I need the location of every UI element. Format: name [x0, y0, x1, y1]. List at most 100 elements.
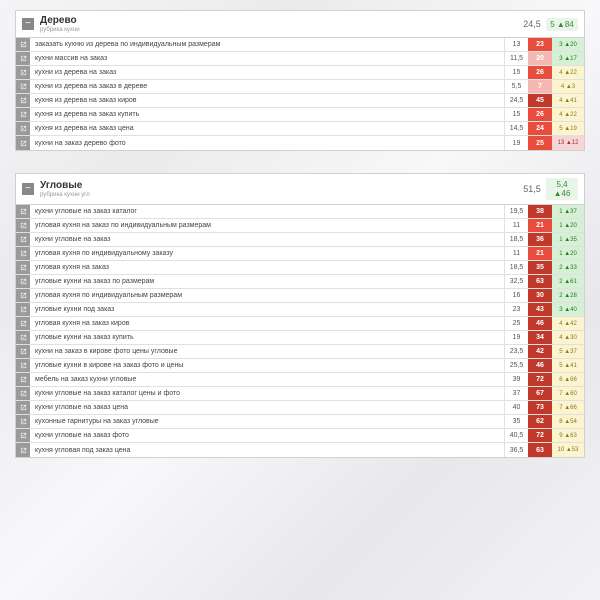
- metric-2: 24: [528, 122, 552, 135]
- keyword-text[interactable]: мебель на заказ кухни угловые: [30, 373, 504, 386]
- collapse-button[interactable]: −: [22, 183, 34, 195]
- group-title: Дерево: [40, 15, 77, 26]
- external-link-icon[interactable]: [16, 233, 30, 246]
- external-link-icon[interactable]: [16, 219, 30, 232]
- external-link-icon[interactable]: [16, 38, 30, 51]
- metric-delta: 10 ▲53: [552, 443, 584, 457]
- keyword-row: кухни из дерева на заказ15264 ▲22: [16, 66, 584, 80]
- keyword-row: кухни угловые на заказ цена40737 ▲66: [16, 401, 584, 415]
- external-link-icon[interactable]: [16, 345, 30, 358]
- external-link-icon[interactable]: [16, 66, 30, 79]
- metric-2: 63: [528, 443, 552, 457]
- keyword-text[interactable]: кухни на заказ дерево фото: [30, 136, 504, 150]
- external-link-icon[interactable]: [16, 108, 30, 121]
- keyword-text[interactable]: кухня угловая под заказ цена: [30, 443, 504, 457]
- external-link-icon[interactable]: [16, 275, 30, 288]
- metric-delta: 9 ▲63: [552, 429, 584, 442]
- external-link-icon[interactable]: [16, 443, 30, 457]
- external-link-icon[interactable]: [16, 94, 30, 107]
- metric-2: 20: [528, 52, 552, 65]
- keyword-text[interactable]: заказать кухню из дерева по индивидуальн…: [30, 38, 504, 51]
- metric-2: 43: [528, 303, 552, 316]
- keyword-text[interactable]: кухни угловые на заказ каталог цены и фо…: [30, 387, 504, 400]
- keyword-text[interactable]: кухня из дерева на заказ цена: [30, 122, 504, 135]
- metric-1: 39: [504, 373, 528, 386]
- metric-2: 30: [528, 289, 552, 302]
- metric-delta: 7 ▲66: [552, 401, 584, 414]
- metric-delta: 3 ▲20: [552, 38, 584, 51]
- keyword-text[interactable]: угловая кухня на заказ по индивидуальным…: [30, 219, 504, 232]
- group-subtitle: рубрика кухни: [40, 27, 518, 33]
- keyword-text[interactable]: кухни угловые на заказ цена: [30, 401, 504, 414]
- keyword-text[interactable]: кухонные гарнитуры на заказ угловые: [30, 415, 504, 428]
- keyword-text[interactable]: кухни массив на заказ: [30, 52, 504, 65]
- keyword-row: кухня из дерева на заказ купить15264 ▲22: [16, 108, 584, 122]
- keyword-text[interactable]: угловые кухни на заказ по размерам: [30, 275, 504, 288]
- keyword-text[interactable]: угловая кухня на заказ: [30, 261, 504, 274]
- keyword-text[interactable]: угловая кухня по индивидуальным размерам: [30, 289, 504, 302]
- external-link-icon[interactable]: [16, 247, 30, 260]
- keyword-text[interactable]: угловая кухня на заказ кирoв: [30, 317, 504, 330]
- external-link-icon[interactable]: [16, 122, 30, 135]
- metric-1: 5,5: [504, 80, 528, 93]
- group-badge: 5,4 ▲46: [546, 178, 578, 200]
- keyword-row: угловая кухня на заказ18,5352 ▲33: [16, 261, 584, 275]
- group-header: −Угловыерубрика кухни угл51,55,4 ▲46: [16, 174, 584, 205]
- metric-2: 72: [528, 429, 552, 442]
- external-link-icon[interactable]: [16, 331, 30, 344]
- external-link-icon[interactable]: [16, 415, 30, 428]
- external-link-icon[interactable]: [16, 303, 30, 316]
- keyword-row: кухни из дерева на заказ в дереве5,574 ▲…: [16, 80, 584, 94]
- metric-1: 13: [504, 38, 528, 51]
- keyword-text[interactable]: кухни из дерева на заказ в дереве: [30, 80, 504, 93]
- keyword-text[interactable]: кухня из дерева на заказ купить: [30, 108, 504, 121]
- external-link-icon[interactable]: [16, 359, 30, 372]
- keyword-row: кухни угловые на заказ каталог19,5381 ▲3…: [16, 205, 584, 219]
- keyword-text[interactable]: кухни угловые на заказ фото: [30, 429, 504, 442]
- metric-1: 19: [504, 331, 528, 344]
- metric-2: 21: [528, 219, 552, 232]
- keyword-text[interactable]: кухни на заказ в кирове фото цены угловы…: [30, 345, 504, 358]
- metric-delta: 3 ▲40: [552, 303, 584, 316]
- metric-1: 25,5: [504, 359, 528, 372]
- external-link-icon[interactable]: [16, 261, 30, 274]
- keyword-text[interactable]: угловые кухни под заказ: [30, 303, 504, 316]
- metric-delta: 5 ▲37: [552, 345, 584, 358]
- keyword-text[interactable]: угловые кухни на заказ купить: [30, 331, 504, 344]
- metric-1: 14,5: [504, 122, 528, 135]
- metric-delta: 1 ▲37: [552, 205, 584, 218]
- metric-delta: 6 ▲66: [552, 373, 584, 386]
- metric-2: 38: [528, 205, 552, 218]
- metric-1: 40: [504, 401, 528, 414]
- external-link-icon[interactable]: [16, 289, 30, 302]
- metric-1: 25: [504, 317, 528, 330]
- keyword-text[interactable]: кухни угловые на заказ: [30, 233, 504, 246]
- keyword-text[interactable]: кухня из дерева на заказ кирoв: [30, 94, 504, 107]
- metric-1: 18,5: [504, 261, 528, 274]
- keyword-row: кухни на заказ дерево фото192513 ▲12: [16, 136, 584, 150]
- metric-1: 15: [504, 108, 528, 121]
- keyword-group: −Угловыерубрика кухни угл51,55,4 ▲46кухн…: [15, 173, 585, 458]
- external-link-icon[interactable]: [16, 387, 30, 400]
- metric-delta: 7 ▲60: [552, 387, 584, 400]
- external-link-icon[interactable]: [16, 136, 30, 150]
- keyword-text[interactable]: кухни из дерева на заказ: [30, 66, 504, 79]
- keyword-row: кухни угловые на заказ18,5361 ▲35: [16, 233, 584, 247]
- external-link-icon[interactable]: [16, 317, 30, 330]
- keyword-text[interactable]: угловая кухня по индивидуальному заказу: [30, 247, 504, 260]
- external-link-icon[interactable]: [16, 401, 30, 414]
- keyword-row: кухня угловая под заказ цена36,56310 ▲53: [16, 443, 584, 457]
- keyword-text[interactable]: угловые кухни в кирове на заказ фото и ц…: [30, 359, 504, 372]
- external-link-icon[interactable]: [16, 52, 30, 65]
- external-link-icon[interactable]: [16, 80, 30, 93]
- external-link-icon[interactable]: [16, 205, 30, 218]
- external-link-icon[interactable]: [16, 373, 30, 386]
- keyword-row: угловая кухня на заказ кирoв25464 ▲42: [16, 317, 584, 331]
- metric-2: 46: [528, 317, 552, 330]
- metric-2: 35: [528, 261, 552, 274]
- external-link-icon[interactable]: [16, 429, 30, 442]
- collapse-button[interactable]: −: [22, 18, 34, 30]
- metric-2: 26: [528, 108, 552, 121]
- metric-1: 16: [504, 289, 528, 302]
- keyword-text[interactable]: кухни угловые на заказ каталог: [30, 205, 504, 218]
